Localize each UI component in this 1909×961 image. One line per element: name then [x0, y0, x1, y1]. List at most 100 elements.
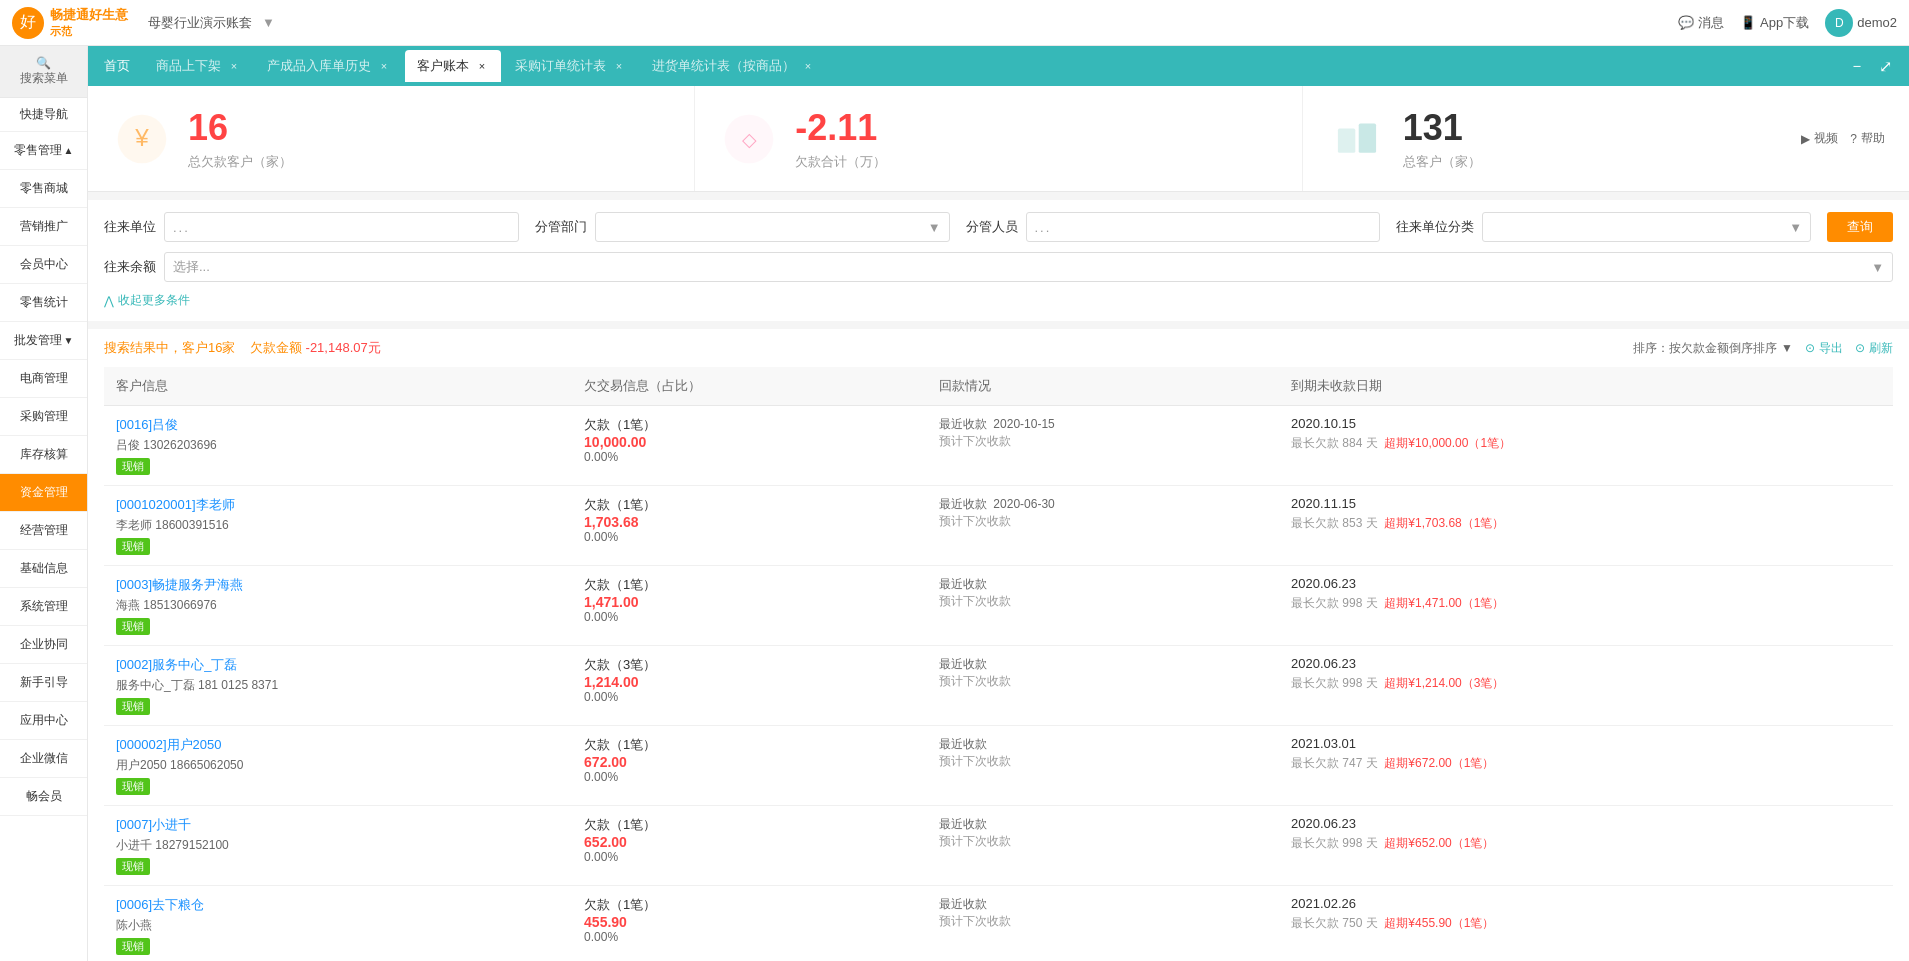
collection-label-4: 最近收款: [939, 736, 1267, 753]
customer-name-link-4[interactable]: [000002]用户2050: [116, 736, 560, 754]
from-unit-input[interactable]: ...: [164, 212, 519, 242]
debt-amount-3: 1,214.00: [584, 674, 915, 690]
overdue-link-5[interactable]: 超期¥652.00（1笔）: [1384, 836, 1494, 850]
tag-xianjin-3: 现销: [116, 698, 150, 715]
tab-close-instock-product[interactable]: ×: [801, 59, 815, 73]
industry-selector[interactable]: 母婴行业演示账套: [148, 14, 252, 32]
sidebar-item-basic-info[interactable]: 基础信息: [0, 550, 87, 588]
customer-name-link-3[interactable]: [0002]服务中心_丁磊: [116, 656, 560, 674]
collection-next-5: 预计下次收款: [939, 833, 1267, 850]
tab-customer-account[interactable]: 客户账本 ×: [405, 50, 501, 82]
collection-label-0: 最近收款 2020-10-15: [939, 416, 1267, 433]
customer-phone-6: 陈小燕: [116, 917, 560, 934]
refresh-btn[interactable]: ⊙ 刷新: [1855, 340, 1893, 357]
dept-select[interactable]: ▼: [595, 212, 950, 242]
unit-category-select[interactable]: ▼: [1482, 212, 1811, 242]
owe-amount-label: 欠款合计（万）: [795, 153, 1277, 171]
export-btn[interactable]: ⊙ 导出: [1805, 340, 1843, 357]
manager-input[interactable]: ...: [1026, 212, 1381, 242]
sidebar-item-app-center[interactable]: 应用中心: [0, 702, 87, 740]
search-btn[interactable]: 查询: [1827, 212, 1893, 242]
tab-home[interactable]: 首页: [92, 50, 142, 82]
card-actions: ▶ 视频 ? 帮助: [1801, 130, 1885, 147]
overdue-info-3: 最长欠款 998 天 超期¥1,214.00（3笔）: [1291, 675, 1881, 692]
customer-phone-2: 海燕 18513066976: [116, 597, 560, 614]
debt-percent-1: 0.00%: [584, 530, 915, 544]
sidebar-item-retail-mgmt[interactable]: 零售管理 ▲: [0, 132, 87, 170]
overdue-info-2: 最长欠款 998 天 超期¥1,471.00（1笔）: [1291, 595, 1881, 612]
tab-close-purchase[interactable]: ×: [612, 59, 626, 73]
customer-name-link-5[interactable]: [0007]小进千: [116, 816, 560, 834]
message-btn[interactable]: 💬 消息: [1678, 14, 1724, 32]
sidebar-item-enterprise-wechat[interactable]: 企业微信: [0, 740, 87, 778]
customer-name-link-6[interactable]: [0006]去下粮仓: [116, 896, 560, 914]
overdue-days-4: 最长欠款 747 天: [1291, 756, 1381, 770]
sidebar-search-btn[interactable]: 🔍 搜索菜单: [0, 46, 87, 98]
sidebar-item-capital[interactable]: 资金管理: [0, 474, 87, 512]
debt-amount-1: 1,703.68: [584, 514, 915, 530]
collection-next-1: 预计下次收款: [939, 513, 1267, 530]
overdue-link-0[interactable]: 超期¥10,000.00（1笔）: [1384, 436, 1511, 450]
results-header: 搜索结果中，客户16家 欠款金额 -21,148.07元 排序：按欠款金额倒序排…: [104, 339, 1893, 357]
collapse-btn[interactable]: ⋀ 收起更多条件: [104, 292, 1893, 309]
due-date-0: 2020.10.15: [1291, 416, 1881, 431]
tab-maximize-btn[interactable]: ⤢: [1873, 54, 1897, 78]
cell-debt-2: 欠款（1笔） 1,471.00 0.00%: [572, 566, 927, 646]
cell-customer-0: [0016]吕俊 吕俊 13026203696 现销: [104, 406, 572, 486]
sidebar-item-batch-mgmt[interactable]: 批发管理 ▼: [0, 322, 87, 360]
sidebar-item-ecommerce[interactable]: 电商管理: [0, 360, 87, 398]
tag-xianjin-4: 现销: [116, 778, 150, 795]
overdue-link-6[interactable]: 超期¥455.90（1笔）: [1384, 916, 1494, 930]
app-download-btn[interactable]: 📱 App下载: [1740, 14, 1809, 32]
sort-selector[interactable]: 排序：按欠款金额倒序排序 ▼: [1633, 340, 1793, 357]
sidebar-item-operation[interactable]: 经营管理: [0, 512, 87, 550]
customer-name-link-2[interactable]: [0003]畅捷服务尹海燕: [116, 576, 560, 594]
sidebar-item-system[interactable]: 系统管理: [0, 588, 87, 626]
filter-row-1: 往来单位 ... 分管部门 ▼: [104, 212, 1893, 242]
help-btn[interactable]: ? 帮助: [1850, 130, 1885, 147]
overdue-info-0: 最长欠款 884 天 超期¥10,000.00（1笔）: [1291, 435, 1881, 452]
debt-amount-4: 672.00: [584, 754, 915, 770]
video-btn[interactable]: ▶ 视频: [1801, 130, 1838, 147]
user-profile-btn[interactable]: D demo2: [1825, 9, 1897, 37]
collection-next-4: 预计下次收款: [939, 753, 1267, 770]
overdue-link-4[interactable]: 超期¥672.00（1笔）: [1384, 756, 1494, 770]
industry-dropdown-icon[interactable]: ▼: [262, 15, 275, 30]
export-icon: ⊙: [1805, 341, 1815, 355]
tab-products-off-shelf[interactable]: 商品上下架 ×: [144, 50, 253, 82]
sidebar-item-purchase[interactable]: 采购管理: [0, 398, 87, 436]
col-collection: 回款情况: [927, 367, 1279, 406]
overdue-link-1[interactable]: 超期¥1,703.68（1笔）: [1384, 516, 1504, 530]
tab-close-customer-account[interactable]: ×: [475, 59, 489, 73]
customer-name-link-1[interactable]: [0001020001]李老师: [116, 496, 560, 514]
tab-minimize-btn[interactable]: －: [1845, 54, 1869, 78]
customer-phone-3: 服务中心_丁磊 181 0125 8371: [116, 677, 560, 694]
sidebar-item-retail-store[interactable]: 零售商城: [0, 170, 87, 208]
tab-instock-stats-by-product[interactable]: 进货单统计表（按商品） ×: [640, 50, 827, 82]
sidebar-item-new-guide[interactable]: 新手引导: [0, 664, 87, 702]
overdue-link-3[interactable]: 超期¥1,214.00（3笔）: [1384, 676, 1504, 690]
cell-collection-0: 最近收款 2020-10-15 预计下次收款: [927, 406, 1279, 486]
sidebar-item-inventory[interactable]: 库存核算: [0, 436, 87, 474]
sidebar-item-member-vip[interactable]: 畅会员: [0, 778, 87, 816]
col-due-date: 到期未收款日期: [1279, 367, 1893, 406]
sidebar-item-marketing[interactable]: 营销推广: [0, 208, 87, 246]
cell-due-2: 2020.06.23 最长欠款 998 天 超期¥1,471.00（1笔）: [1279, 566, 1893, 646]
balance-dropdown[interactable]: 选择... ▼: [164, 252, 1893, 282]
tab-product-instock-history[interactable]: 产成品入库单历史 ×: [255, 50, 403, 82]
tab-purchase-order-stats[interactable]: 采购订单统计表 ×: [503, 50, 638, 82]
arrow-icon-batch: ▼: [64, 335, 74, 346]
sidebar-item-enterprise-collab[interactable]: 企业协同: [0, 626, 87, 664]
customer-name-link-0[interactable]: [0016]吕俊: [116, 416, 560, 434]
sidebar-item-member-center[interactable]: 会员中心: [0, 246, 87, 284]
arrow-icon: ▲: [64, 145, 74, 156]
tab-close-instock[interactable]: ×: [377, 59, 391, 73]
tab-close-products[interactable]: ×: [227, 59, 241, 73]
sidebar-quick-nav[interactable]: 快捷导航: [0, 98, 87, 132]
sidebar-item-retail-stats[interactable]: 零售统计: [0, 284, 87, 322]
overdue-info-5: 最长欠款 998 天 超期¥652.00（1笔）: [1291, 835, 1881, 852]
overdue-link-2[interactable]: 超期¥1,471.00（1笔）: [1384, 596, 1504, 610]
collection-label-1: 最近收款 2020-06-30: [939, 496, 1267, 513]
debt-percent-3: 0.00%: [584, 690, 915, 704]
cell-due-0: 2020.10.15 最长欠款 884 天 超期¥10,000.00（1笔）: [1279, 406, 1893, 486]
